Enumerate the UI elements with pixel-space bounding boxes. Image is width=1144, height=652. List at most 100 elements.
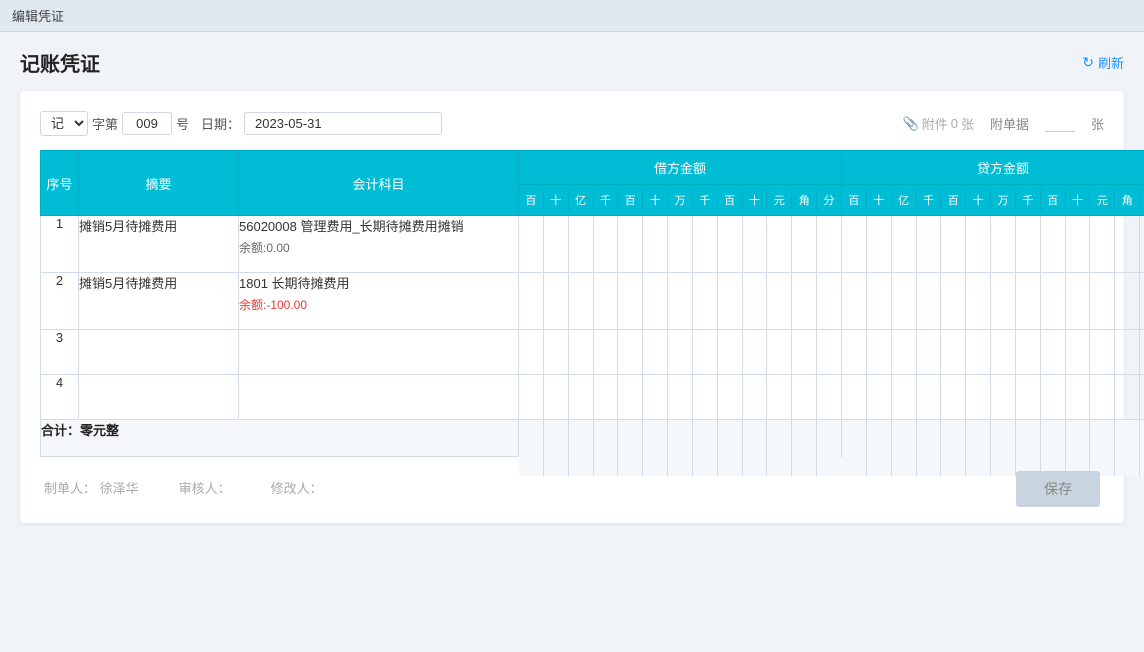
summary-cell[interactable] xyxy=(79,330,239,375)
account-cell[interactable]: 1801 长期待摊费用 余额:-100.00 xyxy=(239,273,519,330)
summary-cell[interactable]: 摊销5月待摊费用 xyxy=(79,273,239,330)
reviewer-label: 审核人： xyxy=(179,478,231,497)
credit-d5[interactable] xyxy=(941,216,966,272)
sheets-input[interactable] xyxy=(1045,116,1075,132)
credit-cell[interactable] xyxy=(842,216,1144,273)
refresh-icon: ↻ xyxy=(1082,54,1094,71)
credit-d9[interactable] xyxy=(1041,216,1066,272)
number-unit: 号 xyxy=(176,114,189,133)
debit-d8[interactable] xyxy=(693,216,718,272)
credit-d2[interactable] xyxy=(867,216,892,272)
voucher-date-input[interactable] xyxy=(244,112,442,135)
zi-label: 字第 xyxy=(92,114,118,133)
sheets-label: 张 xyxy=(1091,114,1104,133)
debit-d9[interactable] xyxy=(718,216,743,272)
voucher-date-group: 日期： xyxy=(201,112,442,135)
account-cell[interactable] xyxy=(239,375,519,420)
title-bar-label: 编辑凭证 xyxy=(12,9,64,24)
debit-cell[interactable] xyxy=(519,216,842,273)
table-header-row-1: 序号 摘要 会计科目 借方金额 贷方金额 xyxy=(41,151,1144,185)
debit-d4[interactable] xyxy=(594,216,619,272)
total-label: 合计：零元整 xyxy=(41,420,519,457)
credit-digit-fen: 分 xyxy=(1140,189,1144,211)
credit-digit-shi: 十 xyxy=(867,189,892,211)
debit-d6[interactable] xyxy=(643,216,668,272)
debit-d3[interactable] xyxy=(569,216,594,272)
debit-cell[interactable] xyxy=(519,273,842,330)
table-row: 1 摊销5月待摊费用 56020008 管理费用_长期待摊费用摊销 余额:0.0… xyxy=(41,216,1144,273)
date-label: 日期： xyxy=(201,114,240,133)
credit-digit-bai2: 百 xyxy=(941,189,966,211)
total-credit-cell xyxy=(842,420,1144,457)
credit-digit-yuan: 元 xyxy=(1090,189,1115,211)
credit-d10[interactable] xyxy=(1066,216,1091,272)
seq-cell: 2 xyxy=(41,273,79,330)
credit-d3[interactable] xyxy=(892,216,917,272)
total-debit-cell xyxy=(519,420,842,457)
voucher-number-input[interactable] xyxy=(122,112,172,135)
save-button[interactable]: 保存 xyxy=(1016,471,1100,507)
credit-d7[interactable] xyxy=(991,216,1016,272)
voucher-table: 序号 摘要 会计科目 借方金额 贷方金额 百 十 亿 千 xyxy=(40,150,1144,457)
debit-digit-jiao: 角 xyxy=(792,189,817,211)
refresh-label: 刷新 xyxy=(1098,53,1124,72)
debit-d10[interactable] xyxy=(743,216,768,272)
creator-label-text: 制单人： xyxy=(44,481,96,496)
credit-d13[interactable] xyxy=(1140,216,1144,272)
account-cell[interactable] xyxy=(239,330,519,375)
debit-d2[interactable] xyxy=(544,216,569,272)
table-row: 4 xyxy=(41,375,1144,420)
debit-digit-bai3: 百 xyxy=(718,189,743,211)
balance-text: 余额:0.00 xyxy=(239,239,518,256)
credit-digit-qian: 千 xyxy=(917,189,942,211)
debit-d5[interactable] xyxy=(618,216,643,272)
header-debit: 借方金额 xyxy=(519,151,842,185)
credit-digit-bai3: 百 xyxy=(1041,189,1066,211)
summary-cell[interactable] xyxy=(79,375,239,420)
modifier-label-text: 修改人： xyxy=(271,481,323,496)
credit-d12[interactable] xyxy=(1115,216,1140,272)
credit-digit-shi3: 十 xyxy=(1066,189,1091,211)
debit-d1[interactable] xyxy=(519,216,544,272)
voucher-type-group: 记 收 付 转 字第 号 xyxy=(40,111,189,136)
credit-digit-wan: 万 xyxy=(991,189,1016,211)
paperclip-icon: 📎 xyxy=(903,116,919,132)
debit-cell[interactable] xyxy=(519,330,842,375)
summary-cell[interactable]: 摊销5月待摊费用 xyxy=(79,216,239,273)
debit-cell[interactable] xyxy=(519,375,842,420)
modifier-label: 修改人： xyxy=(271,478,323,497)
credit-d4[interactable] xyxy=(917,216,942,272)
attach-area: 📎 附件 0 张 附单据 张 xyxy=(903,114,1104,133)
main-window: 编辑凭证 记账凭证 ↻ 刷新 记 收 付 转 字第 xyxy=(0,0,1144,652)
content-area: 记账凭证 ↻ 刷新 记 收 付 转 字第 号 xyxy=(0,32,1144,652)
credit-d6[interactable] xyxy=(966,216,991,272)
attach-single-label: 附单据 xyxy=(990,114,1029,133)
debit-d12[interactable] xyxy=(792,216,817,272)
voucher-meta: 记 收 付 转 字第 号 日期： 📎 附 xyxy=(40,111,1104,136)
page-title: 记账凭证 xyxy=(20,48,100,77)
credit-cell[interactable] xyxy=(842,273,1144,330)
table-row: 3 xyxy=(41,330,1144,375)
credit-d11[interactable] xyxy=(1090,216,1115,272)
credit-digit-qian2: 千 xyxy=(1016,189,1041,211)
account-cell[interactable]: 56020008 管理费用_长期待摊费用摊销 余额:0.00 xyxy=(239,216,519,273)
attach-link[interactable]: 📎 附件 0 张 xyxy=(903,114,974,133)
voucher-card: 记 收 付 转 字第 号 日期： 📎 附 xyxy=(20,91,1124,523)
credit-d1[interactable] xyxy=(842,216,867,272)
refresh-button[interactable]: ↻ 刷新 xyxy=(1082,53,1124,72)
debit-digit-bai: 百 xyxy=(519,189,544,211)
debit-d11[interactable] xyxy=(767,216,792,272)
debit-d13[interactable] xyxy=(817,216,841,272)
attach-count: 0 xyxy=(951,116,958,131)
credit-digit-shi2: 十 xyxy=(966,189,991,211)
debit-digits-header: 百 十 亿 千 百 十 万 千 百 十 元 角 xyxy=(519,185,842,216)
voucher-type-select[interactable]: 记 收 付 转 xyxy=(40,111,88,136)
title-bar: 编辑凭证 xyxy=(0,0,1144,32)
credit-d8[interactable] xyxy=(1016,216,1041,272)
debit-digit-qian: 千 xyxy=(594,189,619,211)
page-header: 记账凭证 ↻ 刷新 xyxy=(20,48,1124,77)
credit-cell[interactable] xyxy=(842,375,1144,420)
debit-d7[interactable] xyxy=(668,216,693,272)
attach-unit: 张 xyxy=(961,114,974,133)
credit-cell[interactable] xyxy=(842,330,1144,375)
